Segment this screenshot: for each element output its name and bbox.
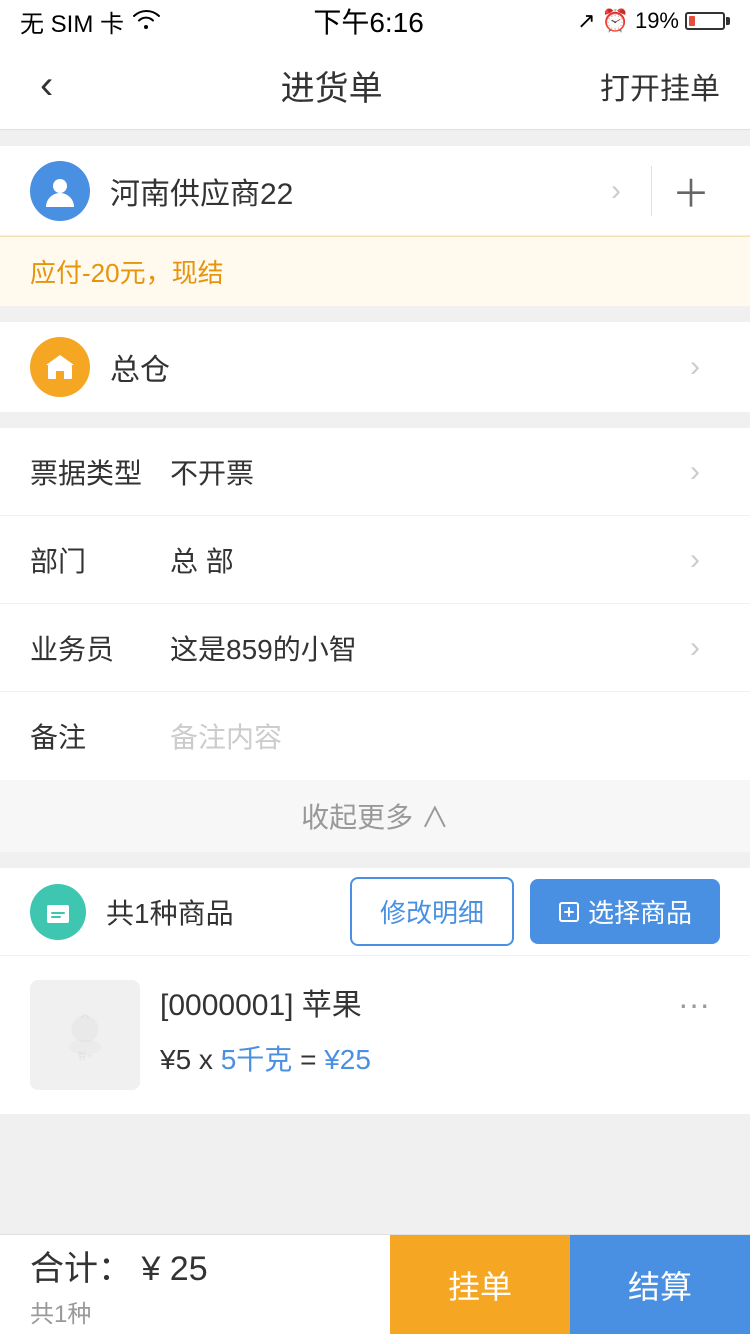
products-header: 共1种商品 修改明细 选择商品 (0, 868, 750, 956)
chevron-right-icon-warehouse: › (690, 350, 700, 384)
settle-button[interactable]: 结算 (570, 1235, 750, 1334)
main-content: 河南供应商22 › ＋ 应付-20元，现结 总仓 › 票据类型 不开票 (0, 146, 750, 1231)
product-formula: ¥5 x 5千克 = ¥25 (160, 1038, 668, 1078)
chevron-right-icon: › (611, 174, 621, 208)
battery-icon (685, 12, 730, 30)
product-price: ¥5 x (160, 1044, 221, 1075)
product-id: [0000001] (160, 989, 302, 1022)
total-section: 合计： ¥ 25 共1种 (0, 1235, 390, 1334)
svg-text:智+: 智+ (78, 1050, 92, 1061)
total-amount: 合计： ¥ 25 (30, 1241, 360, 1290)
open-hang-button[interactable]: 打开挂单 (600, 64, 720, 108)
status-time: 下午6:16 (313, 1, 424, 41)
nav-bar: ‹ 进货单 打开挂单 (0, 42, 750, 130)
product-name: [0000001] 苹果 (160, 980, 668, 1024)
product-count-icon (30, 884, 86, 940)
total-count: 共1种 (30, 1294, 360, 1329)
supplier-name: 河南供应商22 (110, 169, 611, 213)
chevron-right-icon-dept: › (690, 543, 700, 577)
product-quantity: 5千克 (221, 1044, 293, 1075)
remark-row[interactable]: 备注 备注内容 (0, 692, 750, 780)
vertical-divider (651, 166, 652, 216)
supplier-section: 河南供应商22 › ＋ 应付-20元，现结 (0, 146, 750, 306)
product-equals: = (300, 1044, 324, 1075)
hang-order-button[interactable]: 挂单 (390, 1235, 570, 1334)
salesperson-value: 这是859的小智 (150, 628, 690, 668)
remark-placeholder[interactable]: 备注内容 (150, 716, 720, 756)
back-button[interactable]: ‹ (30, 53, 63, 118)
battery-percent: 19% (635, 8, 679, 34)
department-row[interactable]: 部门 总 部 › (0, 516, 750, 604)
select-product-button[interactable]: 选择商品 (530, 879, 720, 944)
invoice-type-row[interactable]: 票据类型 不开票 › (0, 428, 750, 516)
department-value: 总 部 (150, 540, 690, 580)
chevron-right-icon-invoice: › (690, 455, 700, 489)
products-section: 共1种商品 修改明细 选择商品 智+ (0, 868, 750, 1115)
alert-text: 应付-20元，现结 (30, 258, 224, 288)
form-section: 票据类型 不开票 › 部门 总 部 › 业务员 这是859的小智 › 备注 备注… (0, 428, 750, 780)
collapse-button[interactable]: 收起更多 ∧ (0, 780, 750, 852)
product-more-button[interactable]: ··· (668, 980, 720, 1029)
product-total: ¥25 (324, 1044, 371, 1075)
bottom-spacer (0, 1115, 750, 1231)
supplier-avatar (30, 161, 90, 221)
total-value: ¥ 25 (141, 1250, 207, 1288)
page-title: 进货单 (281, 61, 383, 110)
warehouse-icon (30, 337, 90, 397)
warehouse-row[interactable]: 总仓 › (0, 322, 750, 412)
invoice-type-label: 票据类型 (30, 452, 150, 492)
remark-label: 备注 (30, 716, 150, 756)
product-count-text: 共1种商品 (106, 892, 350, 932)
product-title: 苹果 (302, 989, 362, 1022)
supplier-alert-banner: 应付-20元，现结 (0, 236, 750, 306)
add-button[interactable]: ＋ (662, 153, 720, 228)
invoice-type-value: 不开票 (150, 452, 690, 492)
warehouse-name: 总仓 (110, 345, 690, 389)
location-icon: ↗ (577, 8, 595, 34)
salesperson-row[interactable]: 业务员 这是859的小智 › (0, 604, 750, 692)
product-item: 智+ [0000001] 苹果 ¥5 x 5千克 = ¥25 ··· (0, 956, 750, 1115)
bottom-bar: 合计： ¥ 25 共1种 挂单 结算 (0, 1234, 750, 1334)
product-thumbnail: 智+ (30, 980, 140, 1090)
carrier-label: 无 SIM 卡 (20, 4, 124, 39)
warehouse-section: 总仓 › (0, 322, 750, 412)
salesperson-label: 业务员 (30, 628, 150, 668)
collapse-label: 收起更多 ∧ (301, 796, 449, 836)
chevron-right-icon-sales: › (690, 631, 700, 665)
edit-detail-button[interactable]: 修改明细 (350, 877, 514, 946)
status-bar: 无 SIM 卡 下午6:16 ↗ ⏰ 19% (0, 0, 750, 42)
total-label: 合计： (30, 1250, 132, 1288)
select-product-label: 选择商品 (588, 893, 692, 930)
department-label: 部门 (30, 540, 150, 580)
supplier-row[interactable]: 河南供应商22 › ＋ (0, 146, 750, 236)
alarm-icon: ⏰ (602, 8, 629, 34)
product-info: [0000001] 苹果 ¥5 x 5千克 = ¥25 (160, 980, 668, 1078)
wifi-icon (132, 7, 160, 35)
